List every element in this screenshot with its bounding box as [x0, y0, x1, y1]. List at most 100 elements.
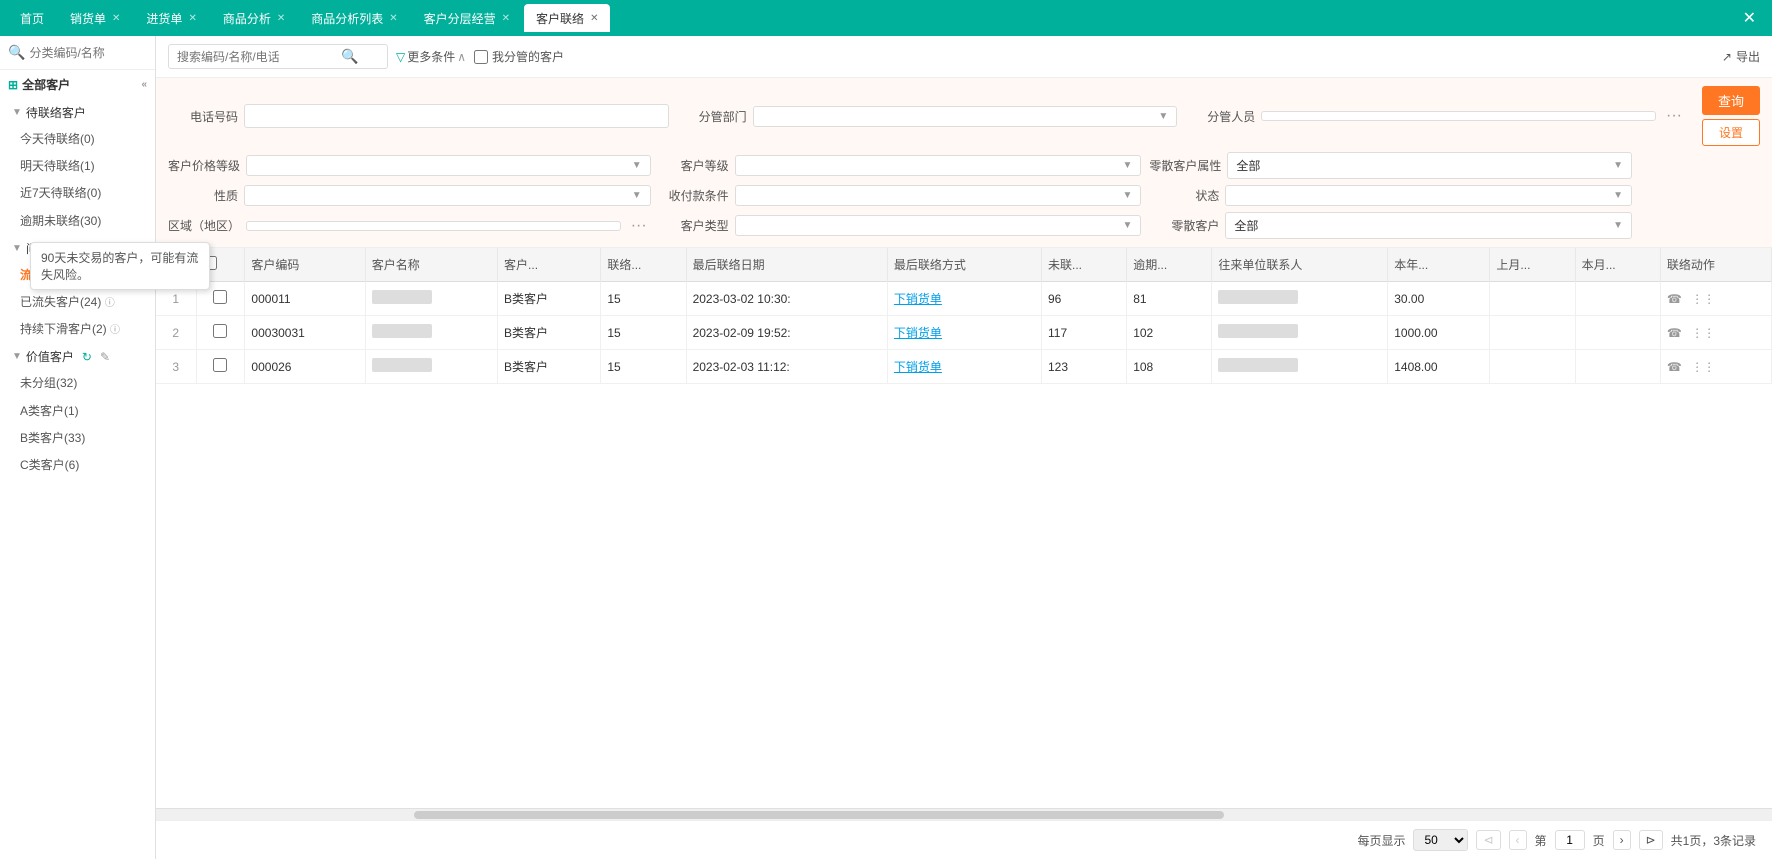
sidebar-item-tomorrow[interactable]: 明天待联络(1)	[0, 153, 155, 180]
value-refresh-icon[interactable]: ↻	[82, 350, 92, 364]
settings-button[interactable]: 设置	[1702, 119, 1760, 146]
sidebar-item-declining[interactable]: 持续下滑客户(2) ⓘ	[0, 316, 155, 343]
export-button[interactable]: ↗ 导出	[1722, 48, 1760, 65]
lost-label: 已流失客户(24)	[20, 295, 101, 309]
th-code-label: 客户编码	[251, 258, 299, 272]
tab-purchase-close[interactable]: ✕	[188, 13, 196, 24]
tab-customer-tier[interactable]: 客户分层经营 ✕	[412, 4, 522, 32]
last-method-link[interactable]: 下销货单	[894, 292, 942, 306]
row-checkbox[interactable]	[213, 358, 227, 372]
row-checkbox[interactable]	[213, 324, 227, 338]
filter-customer-type-select[interactable]: ▼	[735, 215, 1142, 236]
filter-price-level-label: 客户价格等级	[168, 157, 240, 174]
first-page-button[interactable]: ⊲	[1476, 830, 1500, 850]
tab-purchase[interactable]: 进货单 ✕	[134, 4, 208, 32]
tab-sales-close[interactable]: ✕	[112, 13, 120, 24]
filter-region-more[interactable]: ···	[627, 217, 651, 235]
filter-price-level-select[interactable]: ▼	[246, 155, 651, 176]
sidebar-group-value[interactable]: ▼ 价值客户 ↻ ✎	[0, 343, 155, 370]
filter-zero-attr-select[interactable]: 全部 ▼	[1227, 152, 1632, 179]
per-page-select[interactable]: 50 100	[1413, 829, 1468, 851]
sidebar-item-class-b[interactable]: B类客户(33)	[0, 425, 155, 452]
grid-icon: ⊞	[8, 78, 18, 92]
filter-region-select[interactable]	[246, 221, 621, 231]
cell-checkbox[interactable]	[196, 350, 245, 384]
table-row: 3 000026 B类客户 15 2023-02-03 11:12: 下销货单 …	[156, 350, 1772, 384]
filter-status-select[interactable]: ▼	[1225, 185, 1632, 206]
tab-sales[interactable]: 销货单 ✕	[58, 4, 132, 32]
cell-last-method[interactable]: 下销货单	[887, 316, 1041, 350]
sidebar-all-customers[interactable]: ⊞ 全部客户 «	[0, 70, 155, 99]
tab-home[interactable]: 首页	[8, 4, 56, 32]
filter-phone-input[interactable]	[244, 104, 669, 128]
cell-action[interactable]: ☎ ⋮⋮	[1660, 282, 1771, 316]
action-phone-icon[interactable]: ☎	[1667, 326, 1682, 340]
today-label: 今天待联络(0)	[20, 132, 95, 146]
row-checkbox[interactable]	[213, 290, 227, 304]
action-more-icon[interactable]: ⋮⋮	[1691, 326, 1715, 340]
action-more-icon[interactable]: ⋮⋮	[1691, 292, 1715, 306]
filter-gender-select[interactable]: ▼	[244, 185, 651, 206]
filter-customer-level-select[interactable]: ▼	[735, 155, 1142, 176]
sidebar-item-today[interactable]: 今天待联络(0)	[0, 126, 155, 153]
scrollbar-thumb[interactable]	[414, 811, 1224, 819]
filter-row-4: 区域（地区） ··· 客户类型 ▼ 零散客户 全部	[168, 212, 1760, 239]
tab-product-analysis[interactable]: 商品分析 ✕	[211, 4, 297, 32]
horizontal-scrollbar[interactable]	[156, 808, 1772, 820]
main-search-icon[interactable]: 🔍	[341, 48, 358, 65]
action-phone-icon[interactable]: ☎	[1667, 360, 1682, 374]
last-page-button[interactable]: ⊳	[1639, 830, 1663, 850]
7days-label: 近7天待联络(0)	[20, 186, 101, 200]
tab-customer-link[interactable]: 客户联络 ✕	[524, 4, 610, 32]
filter-payment-field: 收付款条件 ▼	[659, 185, 1142, 206]
cell-action[interactable]: ☎ ⋮⋮	[1660, 316, 1771, 350]
action-phone-icon[interactable]: ☎	[1667, 292, 1682, 306]
query-button[interactable]: 查询	[1702, 86, 1760, 115]
page-input[interactable]	[1555, 830, 1585, 850]
my-customers-checkbox-container[interactable]: 我分管的客户	[474, 48, 564, 65]
filter-payment-select[interactable]: ▼	[735, 185, 1142, 206]
tab-product-analysis-list[interactable]: 商品分析列表 ✕	[299, 4, 409, 32]
cell-last-month	[1490, 282, 1575, 316]
filter-person-select[interactable]	[1261, 111, 1656, 121]
sidebar-item-overdue[interactable]: 逾期未联络(30)	[0, 208, 155, 235]
unclassified-label: 未分组(32)	[20, 376, 77, 390]
main-search-container: 🔍	[168, 44, 388, 69]
sidebar-item-unclassified[interactable]: 未分组(32)	[0, 370, 155, 397]
tab-product-analysis-list-close[interactable]: ✕	[389, 13, 397, 24]
filter-zero-sale-select[interactable]: 全部 ▼	[1225, 212, 1632, 239]
tab-customer-tier-close[interactable]: ✕	[502, 13, 510, 24]
cell-last-method[interactable]: 下销货单	[887, 282, 1041, 316]
cell-last-method[interactable]: 下销货单	[887, 350, 1041, 384]
last-method-link[interactable]: 下销货单	[894, 360, 942, 374]
filter-row-1: 电话号码 分管部门 ▼ 分管人员 ···	[168, 86, 1760, 146]
window-close-button[interactable]: ✕	[1735, 8, 1764, 28]
sidebar-item-class-a[interactable]: A类客户(1)	[0, 398, 155, 425]
sidebar-item-lost[interactable]: 已流失客户(24) ⓘ	[0, 289, 155, 316]
tab-product-analysis-label: 商品分析	[223, 10, 271, 27]
tab-product-analysis-close[interactable]: ✕	[277, 13, 285, 24]
action-more-icon[interactable]: ⋮⋮	[1691, 360, 1715, 374]
tooltip-text: 90天未交易的客户，可能有流失风险。	[41, 251, 198, 282]
cell-action[interactable]: ☎ ⋮⋮	[1660, 350, 1771, 384]
sidebar-item-7days[interactable]: 近7天待联络(0)	[0, 180, 155, 207]
my-customers-checkbox[interactable]	[474, 50, 488, 64]
sidebar-item-class-c[interactable]: C类客户(6)	[0, 452, 155, 479]
tab-customer-link-close[interactable]: ✕	[590, 13, 598, 24]
sidebar-collapse-btn[interactable]: «	[141, 79, 147, 90]
filter-dept-select[interactable]: ▼	[753, 106, 1178, 127]
cell-unit-contact	[1212, 316, 1388, 350]
sidebar-search-input[interactable]	[29, 46, 156, 60]
more-conditions-button[interactable]: ▽ 更多条件 ∧	[396, 48, 466, 65]
prev-page-button[interactable]: ‹	[1509, 830, 1527, 850]
tab-purchase-label: 进货单	[146, 10, 182, 27]
filter-zero-attr-field: 零散客户属性 全部 ▼	[1149, 152, 1632, 179]
main-search-input[interactable]	[177, 50, 337, 64]
cell-checkbox[interactable]	[196, 316, 245, 350]
filter-person-more[interactable]: ···	[1662, 107, 1686, 125]
value-edit-icon[interactable]: ✎	[100, 350, 110, 364]
sidebar-group-pending[interactable]: ▼ 待联络客户	[0, 99, 155, 126]
cell-uncontacted: 123	[1041, 350, 1126, 384]
next-page-button[interactable]: ›	[1613, 830, 1631, 850]
last-method-link[interactable]: 下销货单	[894, 326, 942, 340]
